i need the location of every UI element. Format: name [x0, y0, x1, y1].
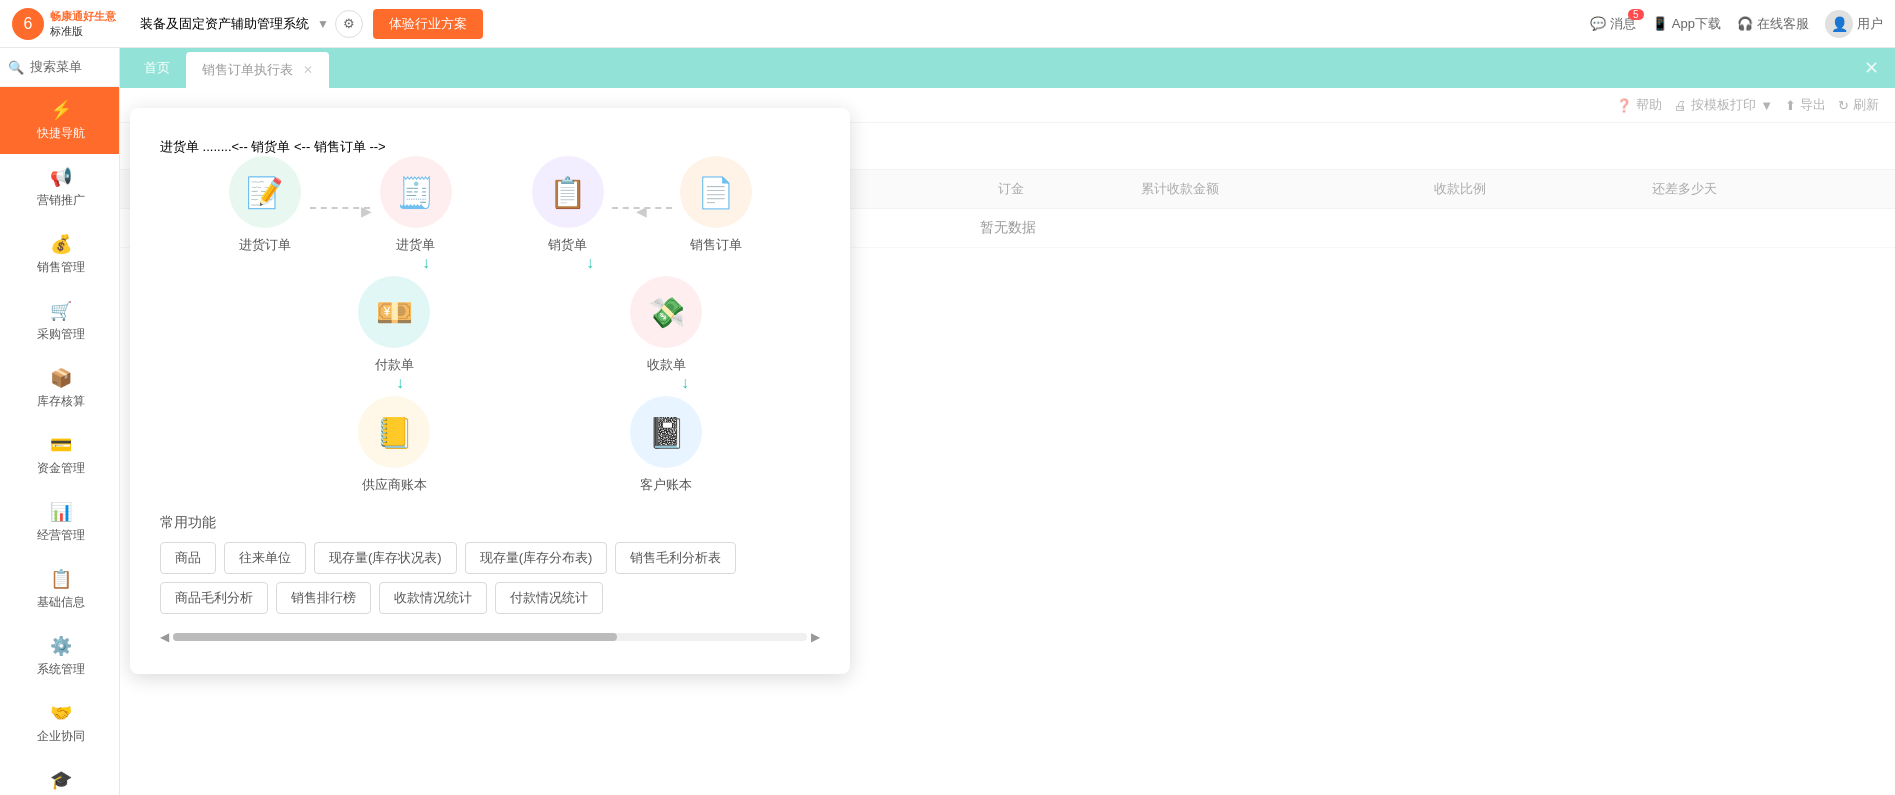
system-name: 装备及固定资产辅助管理系统: [140, 15, 309, 33]
search-icon: 🔍: [8, 60, 24, 75]
function-buttons: 商品 往来单位 现存量(库存状况表) 现存量(库存分布表) 销售毛利分析表 商品…: [160, 542, 820, 614]
sales-order-icon: 📄: [697, 175, 734, 210]
func-btn-sales-ranking[interactable]: 销售排行榜: [276, 582, 371, 614]
download-icon: 📱: [1652, 16, 1668, 31]
flow-item-payment[interactable]: 💴 付款单: [358, 276, 430, 374]
sidebar-item-finance[interactable]: 💳 资金管理: [0, 422, 119, 489]
modal-overlay: 进货单 ........<-- 销货单 <-- 销售订单 --> 📝 进货订: [120, 48, 1895, 795]
quick-nav-icon: ⚡: [50, 99, 72, 121]
gear-button[interactable]: ⚙: [335, 10, 363, 38]
basic-info-icon: 📋: [50, 568, 72, 590]
avatar: 👤: [1825, 10, 1853, 38]
supplier-ledger-icon: 📒: [376, 415, 413, 450]
flow-item-purchase-order[interactable]: 📝 进货订单: [229, 156, 301, 254]
func-btn-sales-profit-table[interactable]: 销售毛利分析表: [615, 542, 736, 574]
func-btn-product-profit[interactable]: 商品毛利分析: [160, 582, 268, 614]
sidebar-item-inventory[interactable]: 📦 库存核算: [0, 355, 119, 422]
sidebar-item-basic-info[interactable]: 📋 基础信息: [0, 556, 119, 623]
flow-item-customer-ledger[interactable]: 📓 客户账本: [630, 396, 702, 494]
operations-icon: 📊: [50, 501, 72, 523]
sidebar-item-purchase[interactable]: 🛒 采购管理: [0, 288, 119, 355]
marketing-icon: 📢: [50, 166, 72, 188]
flow-diagram: 📝 进货订单 ▶ 🧾: [160, 156, 820, 494]
common-functions-title: 常用功能: [160, 514, 820, 532]
app-download-button[interactable]: 📱 App下载: [1652, 15, 1721, 33]
sidebar-item-operations[interactable]: 📊 经营管理: [0, 489, 119, 556]
system-icon: ⚙️: [50, 635, 72, 657]
common-functions: 常用功能 商品 往来单位 现存量(库存状况表) 现存量(库存分布表) 销售毛利分…: [160, 514, 820, 614]
user-menu[interactable]: 👤 用户: [1825, 10, 1883, 38]
scroll-left-arrow[interactable]: ◀: [160, 630, 169, 644]
sidebar-item-guide[interactable]: 🎓 新手引导: [0, 757, 119, 795]
flow-item-purchase-bill[interactable]: 🧾 进货单: [380, 156, 452, 254]
flow-item-sales-bill[interactable]: 📋 销货单: [532, 156, 604, 254]
guide-icon: 🎓: [50, 769, 72, 791]
content-area: 首页 销售订单执行表 ✕ ✕ ❓ 帮助 🖨 按: [120, 48, 1895, 795]
flow-modal: 进货单 ........<-- 销货单 <-- 销售订单 --> 📝 进货订: [130, 108, 850, 674]
scroll-thumb: [173, 633, 617, 641]
sidebar-search[interactable]: 🔍 搜索菜单: [0, 48, 119, 87]
message-badge: 5: [1628, 9, 1644, 20]
finance-icon: 💳: [50, 434, 72, 456]
customer-ledger-icon: 📓: [648, 415, 685, 450]
service-icon: 🎧: [1737, 16, 1753, 31]
func-btn-stock-status[interactable]: 现存量(库存状况表): [314, 542, 457, 574]
sales-bill-icon: 📋: [549, 175, 586, 210]
logo-area: 6 畅康通好生意 标准版: [12, 8, 132, 40]
message-icon: 💬: [1590, 16, 1606, 31]
sales-icon: 💰: [50, 233, 72, 255]
func-btn-counterparty[interactable]: 往来单位: [224, 542, 306, 574]
flow-item-receipt[interactable]: 💸 收款单: [630, 276, 702, 374]
logo-icon: 6: [12, 8, 44, 40]
top-right-actions: 💬 消息 5 📱 App下载 🎧 在线客服 👤 用户: [1590, 10, 1883, 38]
func-btn-stock-dist[interactable]: 现存量(库存分布表): [465, 542, 608, 574]
modal-scrollbar: ◀ ▶: [160, 630, 820, 644]
scroll-track[interactable]: [173, 633, 807, 641]
sidebar-item-marketing[interactable]: 📢 营销推广: [0, 154, 119, 221]
scroll-right-arrow[interactable]: ▶: [811, 630, 820, 644]
sidebar-item-sales[interactable]: 💰 销售管理: [0, 221, 119, 288]
enterprise-icon: 🤝: [50, 702, 72, 724]
trial-button[interactable]: 体验行业方案: [373, 9, 483, 39]
purchase-order-icon: 📝: [246, 175, 283, 210]
system-title: 装备及固定资产辅助管理系统 ▼: [140, 15, 329, 33]
inventory-icon: 📦: [50, 367, 72, 389]
func-btn-receipt-stats[interactable]: 收款情况统计: [379, 582, 487, 614]
receipt-icon: 💸: [648, 295, 685, 330]
payment-icon: 💴: [376, 295, 413, 330]
func-btn-product[interactable]: 商品: [160, 542, 216, 574]
logo-text: 畅康通好生意 标准版: [50, 9, 116, 38]
flow-item-supplier-ledger[interactable]: 📒 供应商账本: [358, 396, 430, 494]
sidebar: 🔍 搜索菜单 ⚡ 快捷导航 📢 营销推广 💰 销售管理 🛒 采购管理 📦: [0, 48, 120, 795]
message-button[interactable]: 💬 消息 5: [1590, 15, 1636, 33]
sidebar-item-quick-nav[interactable]: ⚡ 快捷导航: [0, 87, 119, 154]
online-service-button[interactable]: 🎧 在线客服: [1737, 15, 1809, 33]
sidebar-item-system[interactable]: ⚙️ 系统管理: [0, 623, 119, 690]
sidebar-item-enterprise[interactable]: 🤝 企业协同: [0, 690, 119, 757]
system-dropdown-icon[interactable]: ▼: [317, 17, 329, 31]
purchase-icon: 🛒: [50, 300, 72, 322]
flow-item-sales-order[interactable]: 📄 销售订单: [680, 156, 752, 254]
func-btn-payment-stats[interactable]: 付款情况统计: [495, 582, 603, 614]
purchase-bill-icon: 🧾: [397, 175, 434, 210]
